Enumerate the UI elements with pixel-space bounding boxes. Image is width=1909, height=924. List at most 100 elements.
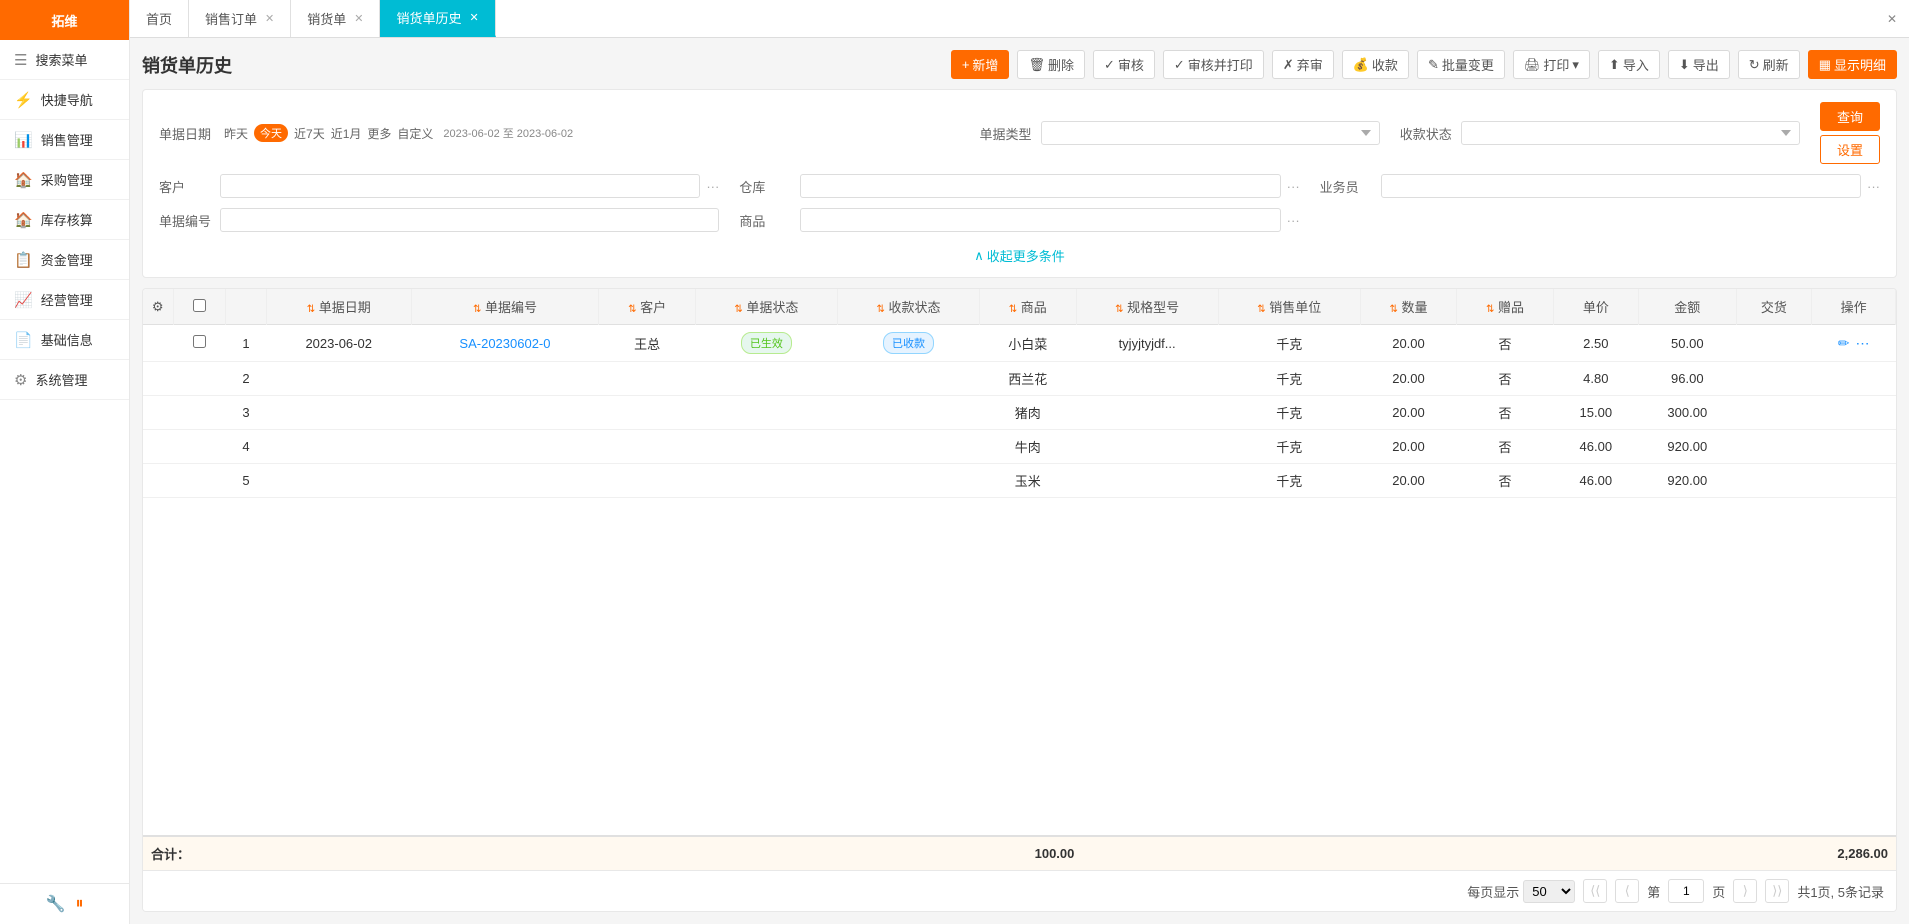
audit-print-button[interactable]: ✓ 审核并打印 bbox=[1163, 50, 1264, 79]
filter-group-doc-type: 单据类型 bbox=[980, 121, 1380, 145]
row-gift: 否 bbox=[1457, 325, 1554, 362]
row-gift: 否 bbox=[1457, 362, 1554, 396]
goods-input[interactable] bbox=[800, 208, 1280, 232]
tab-sales-history[interactable]: 销货单历史 ✕ bbox=[380, 0, 495, 37]
warehouse-input[interactable] bbox=[800, 174, 1280, 198]
page-input[interactable] bbox=[1668, 879, 1704, 903]
th-doc-date[interactable]: ⇅ 单据日期 bbox=[266, 289, 411, 325]
shortcut-yesterday[interactable]: 昨天 bbox=[224, 125, 248, 142]
row-check[interactable] bbox=[173, 362, 226, 396]
table-footer: 合计： 100.00 2,286.00 bbox=[143, 835, 1896, 870]
sidebar-item-label: 基础信息 bbox=[41, 330, 93, 349]
display-button[interactable]: ▦ 显示明细 bbox=[1808, 50, 1897, 79]
settings-icon[interactable]: 🔧 bbox=[46, 894, 66, 914]
collapse-button[interactable]: ∧ 收起更多条件 bbox=[974, 246, 1065, 265]
th-payment-status[interactable]: ⇅ 收款状态 bbox=[837, 289, 979, 325]
th-gift[interactable]: ⇅ 赠品 bbox=[1457, 289, 1554, 325]
th-goods[interactable]: ⇅ 商品 bbox=[980, 289, 1077, 325]
sidebar-item-fund-mgmt[interactable]: 📋 资金管理 bbox=[0, 240, 129, 280]
shortcut-1month[interactable]: 近1月 bbox=[331, 125, 362, 142]
sidebar-item-stock-calc[interactable]: 🏠 库存核算 bbox=[0, 200, 129, 240]
doc-type-select[interactable] bbox=[1041, 121, 1380, 145]
row-gear bbox=[143, 325, 173, 362]
row-gift: 否 bbox=[1457, 430, 1554, 464]
tab-sales-delivery[interactable]: 销货单 ✕ bbox=[291, 0, 380, 37]
doc-no-link[interactable]: SA-20230602-0 bbox=[459, 336, 550, 351]
row-gear bbox=[143, 362, 173, 396]
salesperson-input[interactable] bbox=[1381, 174, 1861, 198]
sidebar-item-quick-nav[interactable]: ⚡ 快捷导航 bbox=[0, 80, 129, 120]
sidebar-item-sales-mgmt[interactable]: 📊 销售管理 bbox=[0, 120, 129, 160]
basic-info-icon: 📄 bbox=[14, 331, 33, 349]
filter-group-doc-no: 单据编号 bbox=[159, 208, 719, 232]
query-button[interactable]: 查询 bbox=[1820, 102, 1880, 131]
more-icon[interactable]: ⋯ bbox=[1855, 335, 1869, 352]
sidebar-item-system-mgmt[interactable]: ⚙ 系统管理 bbox=[0, 360, 129, 400]
row-check[interactable] bbox=[173, 325, 226, 362]
print-button[interactable]: 🖨 打印 ▾ bbox=[1513, 50, 1590, 79]
edit-icon[interactable]: ✏ bbox=[1838, 335, 1850, 352]
tab-close-all-button[interactable]: ✕ bbox=[1875, 12, 1909, 26]
row-check[interactable] bbox=[173, 396, 226, 430]
batch-change-button[interactable]: ✎ 批量变更 bbox=[1417, 50, 1505, 79]
pause-icon[interactable]: ⏸ bbox=[75, 895, 83, 913]
row-checkbox[interactable] bbox=[193, 335, 206, 348]
import-button[interactable]: ⬆ 导入 bbox=[1598, 50, 1660, 79]
sidebar-item-operations-mgmt[interactable]: 📈 经营管理 bbox=[0, 280, 129, 320]
row-doc-no bbox=[411, 396, 599, 430]
sidebar-item-label: 库存核算 bbox=[41, 210, 93, 229]
row-check[interactable] bbox=[173, 464, 226, 498]
footer-total-quantity: 100.00 bbox=[955, 846, 1155, 861]
tab-home[interactable]: 首页 bbox=[130, 0, 189, 37]
warehouse-dots[interactable]: ··· bbox=[1287, 179, 1300, 194]
row-transaction bbox=[1736, 464, 1811, 498]
th-spec[interactable]: ⇅ 规格型号 bbox=[1076, 289, 1218, 325]
row-customer bbox=[599, 464, 696, 498]
refresh-button[interactable]: ↻ 刷新 bbox=[1738, 50, 1800, 79]
settings-button[interactable]: 设置 bbox=[1820, 135, 1880, 164]
last-page-button[interactable]: ⟩⟩ bbox=[1765, 879, 1789, 903]
sidebar-item-label: 经营管理 bbox=[41, 290, 93, 309]
page-header: 销货单历史 + 新增 🗑 删除 ✓ 审核 ✓ 审核并打印 bbox=[142, 50, 1897, 79]
select-all-checkbox[interactable] bbox=[193, 299, 206, 312]
tab-sales-order[interactable]: 销售订单 ✕ bbox=[189, 0, 291, 37]
batch-change-icon: ✎ bbox=[1428, 57, 1439, 73]
shortcut-today[interactable]: 今天 bbox=[254, 124, 288, 142]
payment-status-select[interactable] bbox=[1461, 121, 1800, 145]
doc-no-input[interactable] bbox=[220, 208, 719, 232]
gear-icon[interactable]: ⚙ bbox=[152, 299, 164, 314]
sidebar-item-purchase-mgmt[interactable]: 🏠 采购管理 bbox=[0, 160, 129, 200]
delete-button[interactable]: 🗑 删除 bbox=[1017, 50, 1085, 79]
prev-page-button[interactable]: ⟨ bbox=[1615, 879, 1639, 903]
per-page-select[interactable]: 20 50 100 bbox=[1523, 880, 1575, 903]
tab-sales-delivery-close[interactable]: ✕ bbox=[354, 12, 363, 25]
row-doc-date bbox=[266, 396, 411, 430]
filter-row-3: 单据编号 商品 ··· bbox=[159, 208, 1880, 232]
tab-sales-order-close[interactable]: ✕ bbox=[265, 12, 274, 25]
shortcut-more[interactable]: 更多 bbox=[367, 125, 391, 142]
row-check[interactable] bbox=[173, 430, 226, 464]
th-doc-status[interactable]: ⇅ 单据状态 bbox=[695, 289, 837, 325]
page-content: 销货单历史 + 新增 🗑 删除 ✓ 审核 ✓ 审核并打印 bbox=[130, 38, 1909, 924]
sidebar-item-search-menu[interactable]: ☰ 搜索菜单 bbox=[0, 40, 129, 80]
customer-input[interactable] bbox=[220, 174, 700, 198]
new-button[interactable]: + 新增 bbox=[951, 50, 1010, 79]
customer-dots[interactable]: ··· bbox=[706, 179, 719, 194]
first-page-button[interactable]: ⟨⟨ bbox=[1583, 879, 1607, 903]
receive-button[interactable]: 💰 收款 bbox=[1342, 50, 1409, 79]
tab-sales-history-close[interactable]: ✕ bbox=[470, 11, 479, 24]
next-page-button[interactable]: ⟩ bbox=[1733, 879, 1757, 903]
shortcut-custom[interactable]: 自定义 bbox=[397, 125, 433, 142]
table-scroll[interactable]: ⚙ ⇅ 单据日期 ⇅ 单据编 bbox=[143, 289, 1896, 835]
th-customer[interactable]: ⇅ 客户 bbox=[599, 289, 696, 325]
audit-button[interactable]: ✓ 审核 bbox=[1093, 50, 1155, 79]
th-sales-unit[interactable]: ⇅ 销售单位 bbox=[1218, 289, 1360, 325]
sidebar-item-basic-info[interactable]: 📄 基础信息 bbox=[0, 320, 129, 360]
th-quantity[interactable]: ⇅ 数量 bbox=[1360, 289, 1457, 325]
goods-dots[interactable]: ··· bbox=[1287, 213, 1300, 228]
export-button[interactable]: ⬇ 导出 bbox=[1668, 50, 1730, 79]
th-doc-no[interactable]: ⇅ 单据编号 bbox=[411, 289, 599, 325]
abandon-button[interactable]: ✗ 弃审 bbox=[1272, 50, 1334, 79]
salesperson-dots[interactable]: ··· bbox=[1867, 179, 1880, 194]
shortcut-7days[interactable]: 近7天 bbox=[294, 125, 325, 142]
